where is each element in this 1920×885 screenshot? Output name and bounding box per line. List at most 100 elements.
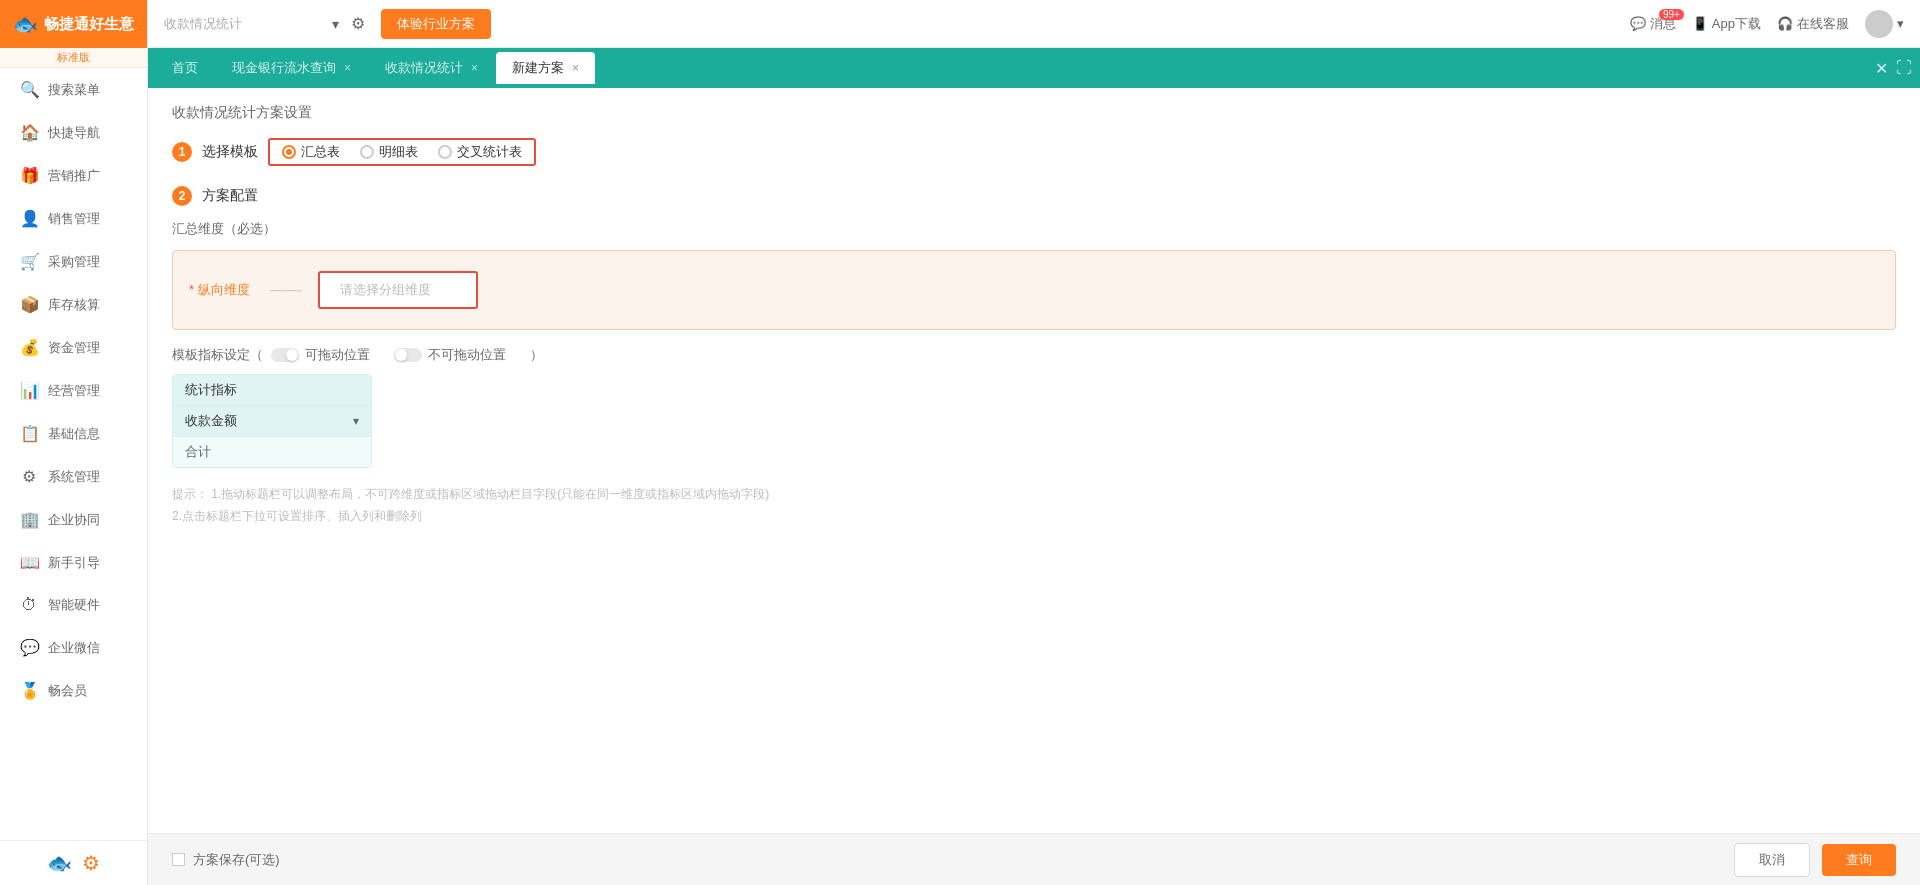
sidebar-item-member[interactable]: 🏅 畅会员 — [0, 669, 147, 712]
sidebar-footer-icon1[interactable]: 🐟 — [47, 851, 72, 875]
support-label: 在线客服 — [1797, 15, 1849, 33]
tab-receipt-stats-close[interactable]: × — [471, 61, 478, 75]
notification-badge: 99+ — [1659, 9, 1684, 20]
dimension-area: * 纵向维度 —— 请选择分组维度 — [172, 250, 1896, 330]
sidebar-item-basic-info[interactable]: 📋 基础信息 — [0, 412, 147, 455]
step2-header: 2 方案配置 — [172, 186, 1896, 206]
sidebar-item-label: 销售管理 — [48, 210, 100, 228]
tab-receipt-stats[interactable]: 收款情况统计 × — [369, 52, 494, 84]
building-icon: 🏢 — [20, 510, 38, 529]
sidebar-item-guide[interactable]: 📖 新手引导 — [0, 541, 147, 584]
tab-bank-flow-close[interactable]: × — [344, 61, 351, 75]
sidebar-item-funds[interactable]: 💰 资金管理 — [0, 326, 147, 369]
dimension-select-dropdown[interactable]: 请选择分组维度 — [318, 271, 478, 309]
sidebar: 🐟 畅捷通好生意 标准版 🔍 搜索菜单 🏠 快捷导航 🎁 营销推广 👤 销售管理… — [0, 0, 148, 885]
header-breadcrumb: 收款情况统计 — [164, 15, 324, 33]
radio-summary-label: 汇总表 — [301, 143, 340, 161]
support-icon: 🎧 — [1777, 16, 1793, 31]
bottom-left: 方案保存(可选) — [172, 851, 280, 869]
sidebar-item-label: 快捷导航 — [48, 124, 100, 142]
header-gear-icon[interactable]: ⚙ — [351, 14, 365, 33]
online-support-button[interactable]: 🎧 在线客服 — [1777, 15, 1849, 33]
tab-maximize-action[interactable]: ⛶ — [1896, 59, 1912, 77]
tab-new-plan-label: 新建方案 — [512, 59, 564, 77]
non-draggable-toggle-knob — [395, 349, 407, 361]
search-icon: 🔍 — [20, 80, 38, 99]
tab-bank-flow[interactable]: 现金银行流水查询 × — [216, 52, 367, 84]
industry-solution-button[interactable]: 体验行业方案 — [381, 9, 491, 39]
sidebar-footer-icon2[interactable]: ⚙ — [82, 851, 100, 875]
radio-detail-dot — [360, 145, 374, 159]
notification-button[interactable]: 💬 消息 99+ — [1630, 15, 1676, 33]
dimension-label: * 纵向维度 — [189, 281, 250, 299]
close-paren: ） — [530, 346, 543, 364]
tip1: 提示： 1.拖动标题栏可以调整布局，不可跨维度或指标区域拖动栏目字段(只能在同一… — [172, 484, 1896, 506]
tab-close-action[interactable]: ✕ — [1875, 59, 1888, 78]
sidebar-item-label: 库存核算 — [48, 296, 100, 314]
sidebar-item-label: 基础信息 — [48, 425, 100, 443]
sidebar-item-label: 智能硬件 — [48, 596, 100, 614]
sidebar-item-search[interactable]: 🔍 搜索菜单 — [0, 68, 147, 111]
toggle-non-draggable[interactable]: 不可拖动位置 — [394, 346, 506, 364]
required-star: * — [189, 282, 194, 297]
dimension-arrow: —— — [270, 281, 302, 299]
user-avatar[interactable]: ▾ — [1865, 10, 1904, 38]
draggable-toggle-knob — [286, 349, 298, 361]
column-header-cell[interactable]: 收款金额 ▾ — [173, 406, 371, 437]
sidebar-item-label: 采购管理 — [48, 253, 100, 271]
header-left: 收款情况统计 ▾ ⚙ 体验行业方案 — [164, 9, 491, 39]
app-download-button[interactable]: 📱 App下载 — [1692, 15, 1761, 33]
sidebar-item-inventory[interactable]: 📦 库存核算 — [0, 283, 147, 326]
column-dropdown-arrow[interactable]: ▾ — [353, 414, 359, 428]
non-draggable-label: 不可拖动位置 — [428, 346, 506, 364]
header-dropdown-arrow[interactable]: ▾ — [332, 16, 339, 32]
home-icon: 🏠 — [20, 123, 38, 142]
sidebar-item-label: 资金管理 — [48, 339, 100, 357]
sidebar-item-system[interactable]: ⚙ 系统管理 — [0, 455, 147, 498]
step1-section: 1 选择模板 汇总表 明细表 交叉统计表 — [172, 138, 1896, 166]
radio-cross[interactable]: 交叉统计表 — [438, 143, 522, 161]
sidebar-item-label: 营销推广 — [48, 167, 100, 185]
total-cell: 合计 — [173, 437, 371, 467]
sidebar-item-label: 经营管理 — [48, 382, 100, 400]
stats-table-header: 统计指标 — [173, 375, 371, 406]
total-label: 合计 — [185, 444, 211, 459]
sidebar-footer: 🐟 ⚙ — [0, 840, 147, 885]
stats-table: 统计指标 收款金额 ▾ 合计 — [172, 374, 372, 468]
radio-summary[interactable]: 汇总表 — [282, 143, 340, 161]
sidebar-item-sales[interactable]: 👤 销售管理 — [0, 197, 147, 240]
indicator-settings: 模板指标设定（ 可拖动位置 不可拖动位置 ） — [172, 346, 1896, 468]
step2-label: 方案配置 — [202, 187, 258, 205]
indicator-title: 模板指标设定（ — [172, 346, 263, 364]
non-draggable-toggle-switch[interactable] — [394, 348, 422, 362]
tab-home[interactable]: 首页 — [156, 52, 214, 84]
radio-detail[interactable]: 明细表 — [360, 143, 418, 161]
header-right: 💬 消息 99+ 📱 App下载 🎧 在线客服 ▾ — [1630, 10, 1904, 38]
draggable-toggle-switch[interactable] — [271, 348, 299, 362]
save-checkbox[interactable] — [172, 853, 185, 866]
sidebar-item-operations[interactable]: 📊 经营管理 — [0, 369, 147, 412]
draggable-label: 可拖动位置 — [305, 346, 370, 364]
content-area: 收款情况统计方案设置 1 选择模板 汇总表 明细表 交 — [148, 88, 1920, 833]
sidebar-item-wechat[interactable]: 💬 企业微信 — [0, 626, 147, 669]
tab-receipt-stats-label: 收款情况统计 — [385, 59, 463, 77]
sidebar-item-enterprise[interactable]: 🏢 企业协同 — [0, 498, 147, 541]
logo: 🐟 畅捷通好生意 — [0, 0, 147, 48]
cart-icon: 🛒 — [20, 252, 38, 271]
tab-new-plan[interactable]: 新建方案 × — [496, 52, 595, 84]
tab-bank-flow-label: 现金银行流水查询 — [232, 59, 336, 77]
sidebar-item-quick-nav[interactable]: 🏠 快捷导航 — [0, 111, 147, 154]
logo-icon: 🐟 — [13, 12, 38, 36]
sidebar-item-label: 系统管理 — [48, 468, 100, 486]
sidebar-item-purchase[interactable]: 🛒 采购管理 — [0, 240, 147, 283]
sidebar-item-hardware[interactable]: ⏱ 智能硬件 — [0, 584, 147, 626]
sidebar-item-marketing[interactable]: 🎁 营销推广 — [0, 154, 147, 197]
dimension-section-title: 汇总维度（必选） — [172, 220, 1896, 238]
query-button[interactable]: 查询 — [1822, 844, 1896, 876]
cancel-button[interactable]: 取消 — [1734, 843, 1810, 877]
chevron-down-icon: ▾ — [1897, 16, 1904, 31]
download-icon: 📱 — [1692, 16, 1708, 31]
tab-new-plan-close[interactable]: × — [572, 61, 579, 75]
toggle-draggable[interactable]: 可拖动位置 — [271, 346, 370, 364]
step2-number: 2 — [172, 186, 192, 206]
